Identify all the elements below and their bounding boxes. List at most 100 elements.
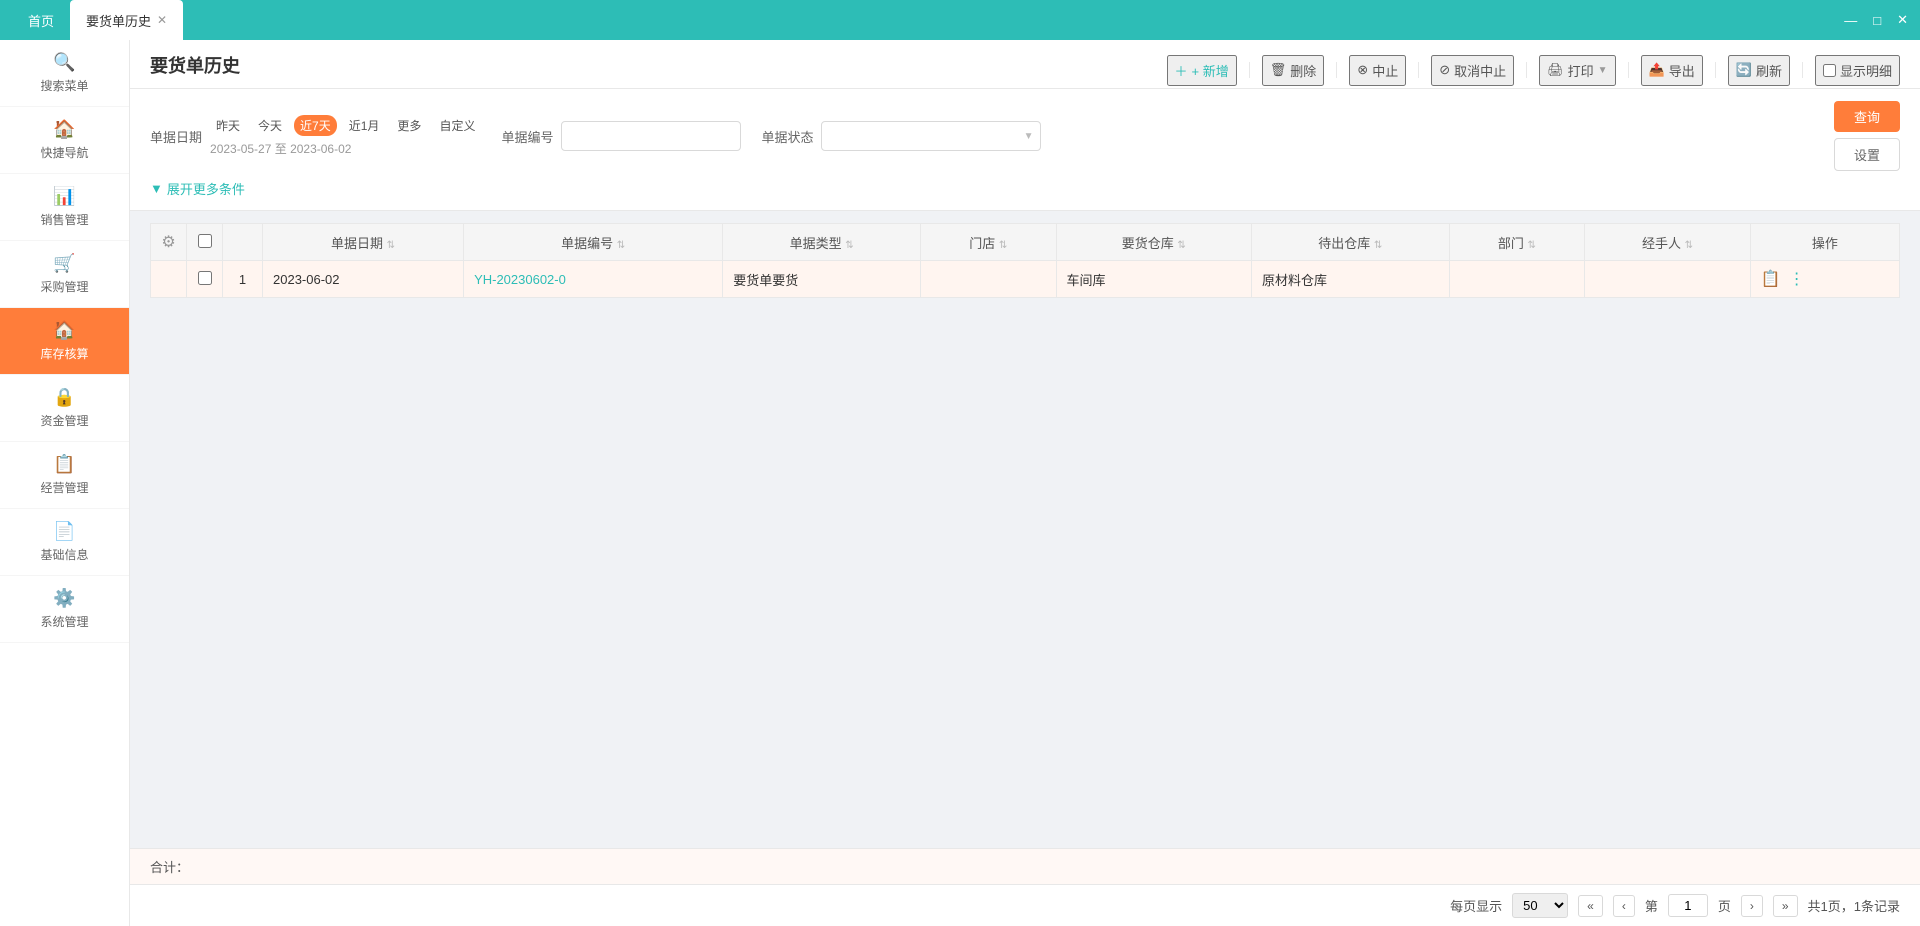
row-num: 1 xyxy=(223,261,263,298)
page-unit: 页 xyxy=(1718,896,1731,915)
summary-label: 合计： xyxy=(150,857,189,876)
delete-label: 删除 xyxy=(1290,61,1316,80)
refresh-button[interactable]: 🔄 刷新 xyxy=(1728,55,1790,86)
stop-button[interactable]: ⊗ 中止 xyxy=(1349,55,1406,86)
sort-handler-icon[interactable]: ⇅ xyxy=(1685,240,1693,251)
sidebar-item-label-purchase: 采购管理 xyxy=(40,278,88,295)
sidebar-item-operations[interactable]: 📋 经营管理 xyxy=(0,442,129,509)
sidebar-item-label-search-menu: 搜索菜单 xyxy=(40,77,88,94)
divider-4 xyxy=(1526,62,1527,78)
row-edit-icon[interactable]: 📋 xyxy=(1761,269,1781,289)
sidebar-item-label-inventory: 库存核算 xyxy=(40,345,88,362)
expand-label: 展开更多条件 xyxy=(167,179,245,198)
col-pending-warehouse: 待出仓库 ⇅ xyxy=(1251,224,1449,261)
summary-bar: 合计： xyxy=(130,848,1920,884)
shortcut-today[interactable]: 今天 xyxy=(252,115,288,136)
sidebar-item-quick-nav[interactable]: 🏠 快捷导航 xyxy=(0,107,129,174)
sidebar-item-finance[interactable]: 🔒 资金管理 xyxy=(0,375,129,442)
row-bill-type: 要货单要货 xyxy=(723,261,921,298)
sort-department-icon[interactable]: ⇅ xyxy=(1528,240,1536,251)
prev-page-btn[interactable]: ‹ xyxy=(1613,895,1635,917)
purchase-icon: 🛒 xyxy=(53,253,75,274)
last-page-btn[interactable]: » xyxy=(1773,895,1798,917)
sidebar-item-basic-info[interactable]: 📄 基础信息 xyxy=(0,509,129,576)
sort-bill-no-icon[interactable]: ⇅ xyxy=(617,240,625,251)
bill-no-link[interactable]: YH-20230602-0 xyxy=(474,272,566,287)
divider-5 xyxy=(1628,62,1629,78)
row-handler xyxy=(1585,261,1751,298)
delete-button[interactable]: 🗑 删除 xyxy=(1262,55,1325,86)
col-bill-type-label: 单据类型 xyxy=(790,236,842,251)
row-more-icon[interactable]: ⋮ xyxy=(1789,269,1805,289)
sort-date-icon[interactable]: ⇅ xyxy=(387,240,395,251)
add-button[interactable]: ＋ + 新增 xyxy=(1167,55,1237,86)
sort-store-icon[interactable]: ⇅ xyxy=(999,240,1007,251)
table-body: 1 2023-06-02 YH-20230602-0 要货单要货 车间库 原材料… xyxy=(151,261,1900,298)
page-size-select[interactable]: 50 100 200 xyxy=(1512,893,1568,918)
page-title: 要货单历史 xyxy=(150,52,240,88)
stop-icon: ⊗ xyxy=(1357,62,1368,78)
tab-history[interactable]: 要货单历史 ✕ xyxy=(70,0,183,40)
print-button[interactable]: 🖨 打印 ▼ xyxy=(1539,55,1615,86)
top-bar: 首页 要货单历史 ✕ — □ ✕ xyxy=(0,0,1920,40)
sidebar-item-search-menu[interactable]: 🔍 搜索菜单 xyxy=(0,40,129,107)
date-range-display: 2023-05-27 至 2023-06-02 xyxy=(210,140,481,157)
bill-status-input[interactable] xyxy=(821,121,1041,151)
shortcut-1month[interactable]: 近1月 xyxy=(343,115,386,136)
maximize-btn[interactable]: □ xyxy=(1873,13,1881,28)
shortcut-custom[interactable]: 自定义 xyxy=(433,115,481,136)
basic-info-icon: 📄 xyxy=(53,521,75,542)
col-handler: 经手人 ⇅ xyxy=(1585,224,1751,261)
filter-bill-number: 单据编号 xyxy=(501,121,741,151)
first-page-btn[interactable]: « xyxy=(1578,895,1603,917)
display-detail-button[interactable]: 显示明细 xyxy=(1815,55,1900,86)
column-settings-icon[interactable]: ⚙ xyxy=(161,234,175,251)
page-label: 第 xyxy=(1645,896,1658,915)
divider-3 xyxy=(1418,62,1419,78)
sidebar: 🔍 搜索菜单 🏠 快捷导航 📊 销售管理 🛒 采购管理 🏠 库存核算 🔒 资金管… xyxy=(0,40,130,926)
page-size-label: 每页显示 xyxy=(1450,896,1502,915)
main-layout: 🔍 搜索菜单 🏠 快捷导航 📊 销售管理 🛒 采购管理 🏠 库存核算 🔒 资金管… xyxy=(0,40,1920,926)
cancel-stop-label: 取消中止 xyxy=(1454,61,1506,80)
col-date-label: 单据日期 xyxy=(331,236,383,251)
settings-button[interactable]: 设置 xyxy=(1834,138,1900,171)
shortcut-7days[interactable]: 近7天 xyxy=(294,115,337,136)
minimize-btn[interactable]: — xyxy=(1844,13,1857,28)
export-button[interactable]: 📤 导出 xyxy=(1641,55,1703,86)
sort-req-warehouse-icon[interactable]: ⇅ xyxy=(1177,240,1185,251)
sort-pending-warehouse-icon[interactable]: ⇅ xyxy=(1374,240,1382,251)
sidebar-item-sales[interactable]: 📊 销售管理 xyxy=(0,174,129,241)
select-all-checkbox[interactable] xyxy=(198,234,212,248)
page-number-input[interactable] xyxy=(1668,894,1708,917)
print-dropdown-icon: ▼ xyxy=(1598,65,1608,76)
filter-bill-status: 单据状态 ▼ xyxy=(761,121,1041,151)
sidebar-item-inventory[interactable]: 🏠 库存核算 xyxy=(0,308,129,375)
bill-number-input[interactable] xyxy=(561,121,741,151)
sidebar-item-purchase[interactable]: 🛒 采购管理 xyxy=(0,241,129,308)
table-header: ⚙ 单据日期 ⇅ 单据编号 ⇅ xyxy=(151,224,1900,261)
sidebar-item-label-finance: 资金管理 xyxy=(40,412,88,429)
expand-more-btn[interactable]: ▼ 展开更多条件 xyxy=(150,179,1900,198)
export-label: 导出 xyxy=(1669,61,1695,80)
tab-home[interactable]: 首页 xyxy=(12,0,70,40)
query-button[interactable]: 查询 xyxy=(1834,101,1900,132)
col-bill-no-label: 单据编号 xyxy=(561,236,613,251)
row-checkbox[interactable] xyxy=(198,271,212,285)
filter-date: 单据日期 昨天 今天 近7天 近1月 更多 自定义 2023-05-27 至 2… xyxy=(150,115,481,157)
row-pending-warehouse: 原材料仓库 xyxy=(1251,261,1449,298)
col-department-label: 部门 xyxy=(1498,236,1524,251)
sidebar-item-system[interactable]: ⚙️ 系统管理 xyxy=(0,576,129,643)
shortcut-more[interactable]: 更多 xyxy=(391,115,427,136)
row-settings xyxy=(151,261,187,298)
next-page-btn[interactable]: › xyxy=(1741,895,1763,917)
cancel-stop-button[interactable]: ⊘ 取消中止 xyxy=(1431,55,1514,86)
shortcut-yesterday[interactable]: 昨天 xyxy=(210,115,246,136)
row-date: 2023-06-02 xyxy=(263,261,464,298)
sort-bill-type-icon[interactable]: ⇅ xyxy=(845,240,853,251)
col-num xyxy=(223,224,263,261)
close-tab-icon[interactable]: ✕ xyxy=(157,13,167,27)
total-info: 共1页，1条记录 xyxy=(1808,896,1900,915)
row-actions: 📋 ⋮ xyxy=(1750,261,1899,298)
close-btn[interactable]: ✕ xyxy=(1897,12,1908,28)
display-detail-checkbox[interactable] xyxy=(1823,64,1836,77)
